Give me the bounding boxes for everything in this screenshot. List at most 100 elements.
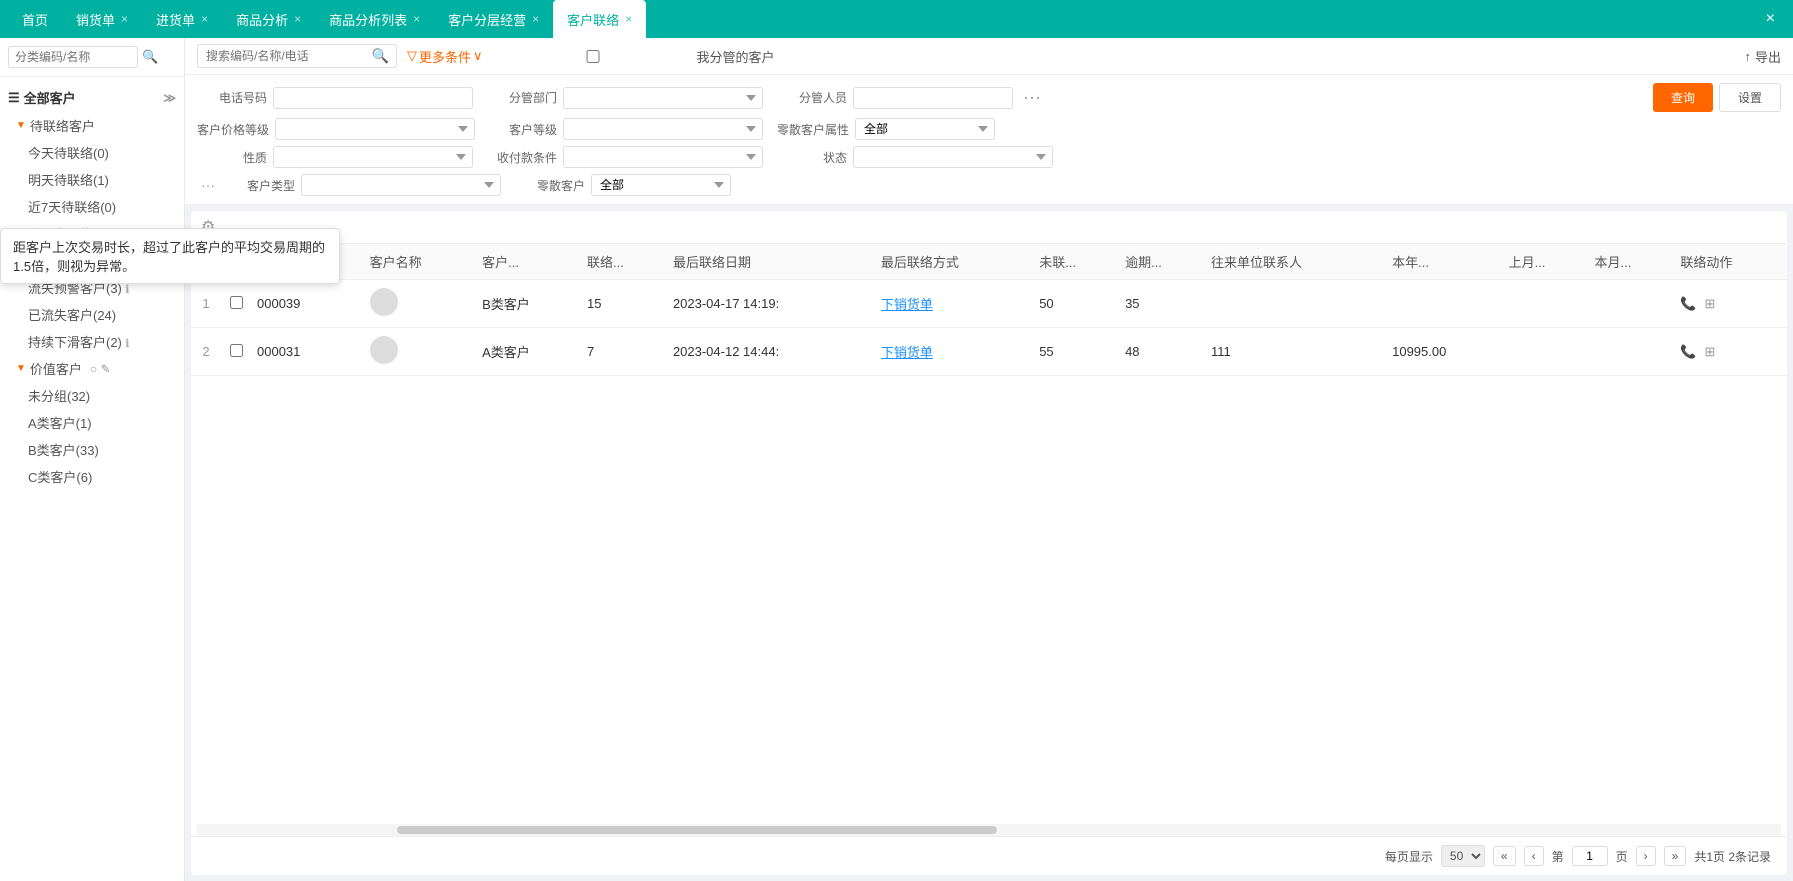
sidebar-search-area: 🔍 (0, 38, 184, 77)
col-last-contact-date: 最后联络日期 (667, 244, 875, 280)
gender-field: 性质 (197, 146, 477, 168)
pending-arrow: ▼ (16, 120, 26, 131)
cell-this-month (1588, 280, 1674, 328)
col-this-month: 本月... (1588, 244, 1674, 280)
nav-customer-contact[interactable]: 客户联络 × (553, 0, 646, 38)
phone-action-icon[interactable]: 📞 (1680, 344, 1696, 360)
more-conditions-button[interactable]: ▽ 更多条件 ∨ (407, 47, 483, 66)
table-scroll-area[interactable]: # 客户编码 客户名称 客户... (191, 244, 1787, 824)
status-select[interactable] (853, 146, 1053, 168)
nav-customer-tier[interactable]: 客户分层经营 × (434, 0, 553, 38)
person-input[interactable] (853, 87, 1013, 109)
nav-purchase[interactable]: 进货单 × (142, 0, 222, 38)
page-number-input[interactable] (1572, 846, 1608, 866)
phone-action-icon[interactable]: 📞 (1680, 296, 1696, 312)
table-wrapper: ⚙ # 客户编码 客户名称 (191, 211, 1787, 875)
pending-customers-group[interactable]: ▼ 待联络客户 (0, 112, 184, 139)
value-customer-icons: ○ ✎ (90, 362, 111, 376)
sidebar-item-declining[interactable]: 持续下滑客户(2) ℹ (0, 328, 184, 355)
next-page-button[interactable]: › (1636, 846, 1656, 866)
nav-analysis-close[interactable]: × (294, 12, 301, 26)
person-more-icon[interactable]: ··· (1023, 87, 1041, 108)
payment-label: 收付款条件 (487, 149, 557, 166)
last-page-button[interactable]: » (1664, 846, 1687, 866)
sidebar-item-7days[interactable]: 近7天待联络(0) (0, 193, 184, 220)
zero-retail-select[interactable]: 全部 (591, 174, 731, 196)
customer-type-field: 客户类型 (225, 174, 505, 196)
cell-last-month (1503, 280, 1589, 328)
nav-analysis-list-close[interactable]: × (413, 12, 420, 26)
cell-last-contact-date: 2023-04-17 14:19: (667, 280, 875, 328)
search-icon[interactable]: 🔍 (372, 48, 389, 65)
sidebar-search-icon[interactable]: 🔍 (142, 49, 158, 65)
cell-last-contact-method[interactable]: 下销货单 (875, 328, 1033, 376)
nav-customer-tier-close[interactable]: × (532, 12, 539, 26)
nav-home[interactable]: 首页 (8, 0, 62, 38)
row-checkbox[interactable] (230, 344, 243, 357)
sidebar-item-ungrouoped[interactable]: 未分组(32) (0, 382, 184, 409)
nav-purchase-close[interactable]: × (201, 12, 208, 26)
payment-select[interactable] (563, 146, 763, 168)
settings-button[interactable]: 设置 (1719, 83, 1781, 112)
my-customers-check[interactable] (493, 50, 693, 63)
cell-name (364, 280, 477, 328)
grid-action-icon[interactable]: ⊞ (1705, 344, 1716, 360)
prev-page-button[interactable]: ‹ (1524, 846, 1544, 866)
sidebar-item-c[interactable]: C类客户(6) (0, 463, 184, 490)
filter-rows: 电话号码 分管部门 分管人员 ··· 查询 设置 (185, 75, 1793, 205)
customer-level-select[interactable] (563, 118, 763, 140)
cell-checkbox[interactable] (221, 328, 251, 376)
all-customers-header[interactable]: ☰ 全部客户 ≫ (0, 83, 184, 112)
total-records-label: 共1页 2条记录 (1694, 848, 1771, 865)
scrollbar-thumb[interactable] (397, 826, 997, 834)
nav-analysis-list[interactable]: 商品分析列表 × (315, 0, 434, 38)
sidebar-search-input[interactable] (8, 46, 138, 68)
export-icon: ↑ (1744, 49, 1751, 64)
sidebar-item-today[interactable]: 今天待联络(0) (0, 139, 184, 166)
sidebar-tree: ☰ 全部客户 ≫ ▼ 待联络客户 今天待联络(0) 明天待联络(1) 近7天待联… (0, 77, 184, 881)
nav-customer-contact-close[interactable]: × (625, 12, 632, 26)
query-button[interactable]: 查询 (1653, 83, 1713, 112)
contact-method-link[interactable]: 下销货单 (881, 297, 933, 312)
per-page-select[interactable]: 50 (1441, 845, 1485, 867)
sidebar-item-a[interactable]: A类客户(1) (0, 409, 184, 436)
sidebar-item-b[interactable]: B类客户(33) (0, 436, 184, 463)
main-layout: 🔍 ☰ 全部客户 ≫ ▼ 待联络客户 今天待联络(0) 明天待联络(1) 近7天… (0, 38, 1793, 881)
nav-analysis[interactable]: 商品分析 × (222, 0, 315, 38)
page-label: 第 (1552, 848, 1564, 865)
close-all-button[interactable]: × (1756, 10, 1785, 28)
contact-method-link[interactable]: 下销货单 (881, 345, 933, 360)
cell-checkbox[interactable] (221, 280, 251, 328)
cell-name (364, 328, 477, 376)
value-customer-group[interactable]: ▼ 价值客户 ○ ✎ (0, 355, 184, 382)
col-last-contact-method: 最后联络方式 (875, 244, 1033, 280)
nav-sales-close[interactable]: × (121, 12, 128, 26)
customer-type-select[interactable] (301, 174, 501, 196)
cell-action: 📞 ⊞ (1674, 280, 1787, 328)
search-input[interactable] (197, 44, 397, 68)
first-page-button[interactable]: « (1493, 846, 1516, 866)
price-level-select[interactable] (275, 118, 475, 140)
status-field: 状态 (777, 146, 1057, 168)
cell-last-contact-method[interactable]: 下销货单 (875, 280, 1033, 328)
my-customers-checkbox[interactable]: 我分管的客户 (493, 47, 775, 66)
tooltip-box: 距客户上次交易时长，超过了此客户的平均交易周期的1.5倍，则视为异常。 (0, 228, 184, 284)
phone-label: 电话号码 (197, 89, 267, 106)
cell-action: 📞 ⊞ (1674, 328, 1787, 376)
zero-retail-attr-field: 零散客户属性 全部 (777, 118, 1057, 140)
phone-input[interactable] (273, 87, 473, 109)
more-filter-icon[interactable]: ··· (201, 177, 215, 193)
col-not-contacted: 未联... (1033, 244, 1119, 280)
zero-retail-attr-select[interactable]: 全部 (855, 118, 995, 140)
sidebar-item-lost[interactable]: 已流失客户(24) (0, 301, 184, 328)
row-checkbox[interactable] (230, 296, 243, 309)
dept-select[interactable] (563, 87, 763, 109)
col-name: 客户名称 (364, 244, 477, 280)
customer-type-label: 客户类型 (225, 177, 295, 194)
grid-action-icon[interactable]: ⊞ (1705, 296, 1716, 312)
nav-sales[interactable]: 销货单 × (62, 0, 142, 38)
gender-select[interactable] (273, 146, 473, 168)
export-button[interactable]: ↑ 导出 (1744, 47, 1781, 66)
horizontal-scrollbar[interactable] (197, 824, 1781, 836)
sidebar-item-tomorrow[interactable]: 明天待联络(1) (0, 166, 184, 193)
